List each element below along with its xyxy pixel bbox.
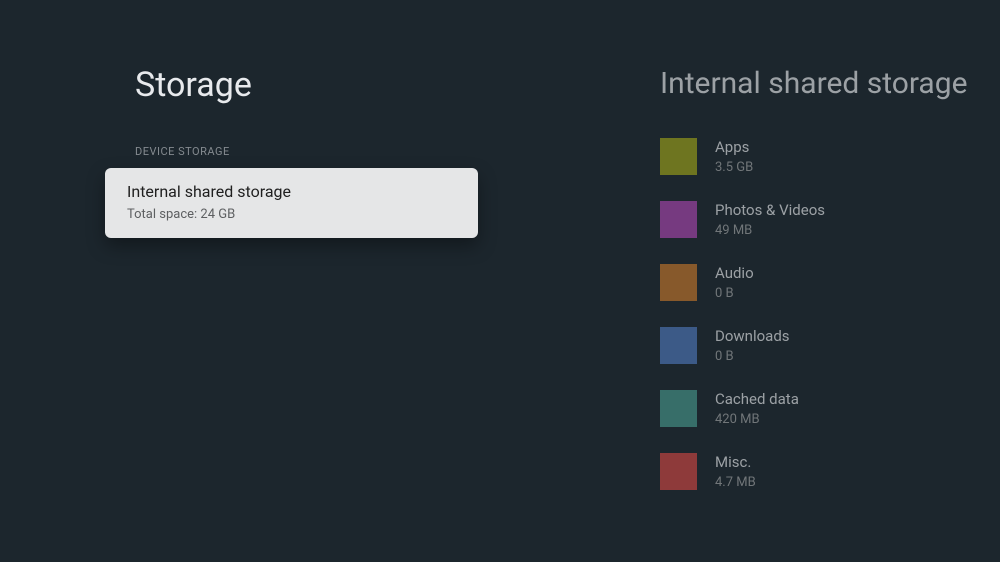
category-text: Cached data 420 MB (715, 390, 799, 427)
category-label: Apps (715, 138, 753, 156)
category-item-downloads[interactable]: Downloads 0 B (660, 327, 980, 364)
storage-card-title: Internal shared storage (127, 182, 456, 201)
category-text: Photos & Videos 49 MB (715, 201, 825, 238)
category-size: 49 MB (715, 223, 825, 238)
category-text: Misc. 4.7 MB (715, 453, 756, 490)
category-text: Audio 0 B (715, 264, 754, 301)
category-swatch (660, 264, 697, 301)
category-swatch (660, 138, 697, 175)
category-label: Misc. (715, 453, 756, 471)
left-panel: Storage DEVICE STORAGE Internal shared s… (0, 0, 555, 238)
category-size: 0 B (715, 349, 790, 364)
category-label: Downloads (715, 327, 790, 345)
category-swatch (660, 201, 697, 238)
detail-title: Internal shared storage (660, 65, 980, 103)
category-size: 420 MB (715, 412, 799, 427)
category-list: Apps 3.5 GB Photos & Videos 49 MB Audio … (660, 138, 980, 490)
category-label: Cached data (715, 390, 799, 408)
category-item-audio[interactable]: Audio 0 B (660, 264, 980, 301)
category-item-apps[interactable]: Apps 3.5 GB (660, 138, 980, 175)
device-storage-section-label: DEVICE STORAGE (135, 145, 555, 158)
storage-card-subtitle: Total space: 24 GB (127, 207, 456, 222)
category-swatch (660, 390, 697, 427)
category-swatch (660, 327, 697, 364)
right-panel: Internal shared storage Apps 3.5 GB Phot… (660, 65, 980, 490)
internal-storage-card[interactable]: Internal shared storage Total space: 24 … (105, 168, 478, 238)
category-item-misc[interactable]: Misc. 4.7 MB (660, 453, 980, 490)
category-item-cached-data[interactable]: Cached data 420 MB (660, 390, 980, 427)
category-size: 0 B (715, 286, 754, 301)
category-text: Downloads 0 B (715, 327, 790, 364)
category-text: Apps 3.5 GB (715, 138, 753, 175)
category-swatch (660, 453, 697, 490)
category-item-photos-videos[interactable]: Photos & Videos 49 MB (660, 201, 980, 238)
category-size: 4.7 MB (715, 475, 756, 490)
category-label: Photos & Videos (715, 201, 825, 219)
category-label: Audio (715, 264, 754, 282)
page-title: Storage (135, 65, 555, 105)
category-size: 3.5 GB (715, 160, 753, 175)
